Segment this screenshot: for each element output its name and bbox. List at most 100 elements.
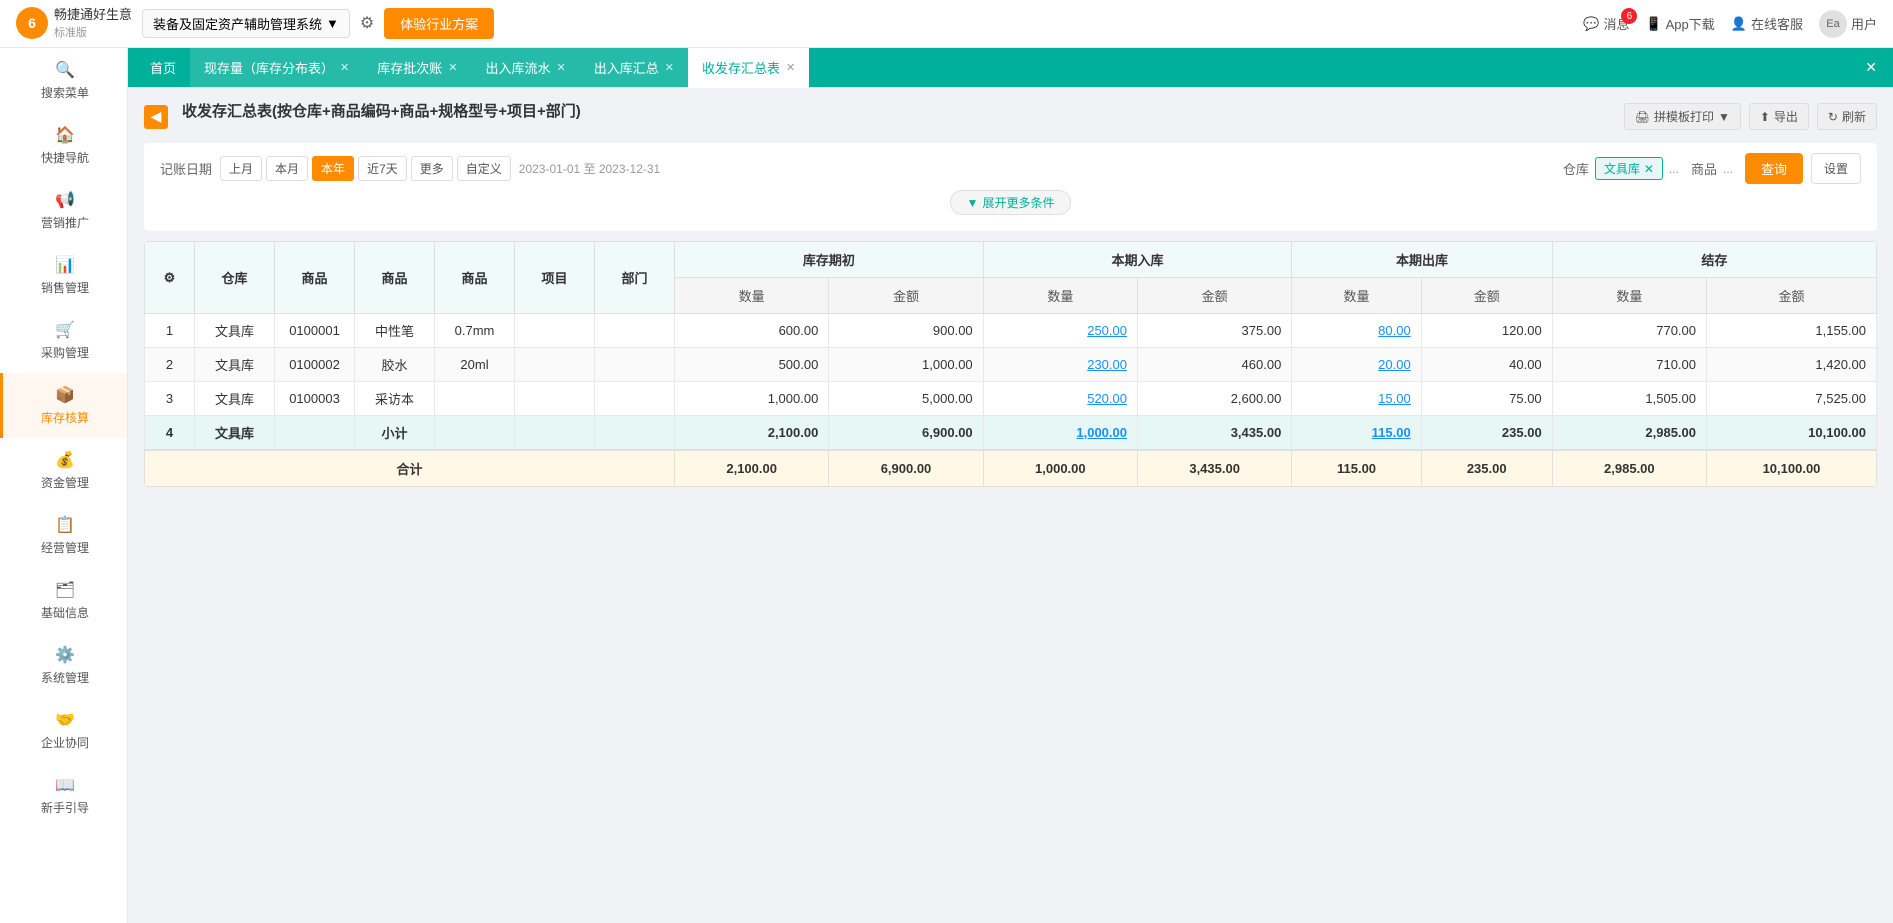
table-settings-icon[interactable]: ⚙ [164, 270, 176, 285]
print-button[interactable]: 🖨 拼模板打印 ▼ [1624, 103, 1741, 130]
th-goods-spec: 商品 [435, 242, 515, 314]
cell-out-qty[interactable]: 80.00 [1292, 314, 1421, 348]
filter-row1: 记账日期 上月 本月 本年 近7天 更多 自定义 2023-01-01 至 20… [160, 153, 1861, 184]
sidebar-item-sales[interactable]: 📊 销售管理 [0, 243, 127, 308]
tab-stock-dist-close[interactable]: ✕ [340, 61, 349, 74]
cell-dept [595, 382, 675, 416]
sidebar: 🔍 搜索菜单 🏠 快捷导航 📢 营销推广 📊 销售管理 🛒 采购管理 📦 库存核… [0, 48, 128, 923]
cell-in-amt: 3,435.00 [1137, 416, 1291, 451]
sidebar-item-quick[interactable]: 🏠 快捷导航 [0, 113, 127, 178]
collab-icon: 🤝 [55, 710, 75, 730]
tab-inout-summary[interactable]: 出入库汇总 ✕ [580, 48, 688, 88]
cell-open-qty: 2,100.00 [675, 416, 829, 451]
dropdown-print-icon: ▼ [1718, 110, 1730, 124]
cell-open-amt: 5,000.00 [829, 382, 983, 416]
sidebar-item-search[interactable]: 🔍 搜索菜单 [0, 48, 127, 113]
date-btn-this-year[interactable]: 本年 [312, 156, 354, 181]
warehouse-filter: 仓库 文具库 ✕ ... [1563, 157, 1679, 180]
sidebar-item-system[interactable]: ⚙️ 系统管理 [0, 633, 127, 698]
date-btn-more[interactable]: 更多 [411, 156, 453, 181]
refresh-button[interactable]: ↻ 刷新 [1817, 103, 1877, 130]
message-btn[interactable]: 💬 消息 6 [1583, 14, 1629, 33]
cell-out-qty[interactable]: 20.00 [1292, 348, 1421, 382]
sidebar-item-business[interactable]: 📋 经营管理 [0, 503, 127, 568]
top-toolbar-right: 🖨 拼模板打印 ▼ ⬆ 导出 ↻ 刷新 [1624, 103, 1877, 130]
date-filter-label: 记账日期 [160, 159, 212, 178]
th-opening: 库存期初 [675, 242, 984, 278]
cell-seq: 2 [145, 348, 195, 382]
sidebar-item-guide[interactable]: 📖 新手引导 [0, 763, 127, 828]
cell-in-qty[interactable]: 230.00 [983, 348, 1137, 382]
date-btn-this-month[interactable]: 本月 [266, 156, 308, 181]
home-icon: 🏠 [55, 125, 75, 145]
query-button[interactable]: 查询 [1745, 153, 1803, 184]
goods-more-btn[interactable]: ... [1723, 162, 1733, 176]
th-bal-amt: 金额 [1707, 278, 1877, 314]
experience-button[interactable]: 体验行业方案 [384, 8, 494, 39]
tab-recv-send-close[interactable]: ✕ [786, 61, 795, 74]
tab-batch[interactable]: 库存批次账 ✕ [363, 48, 471, 88]
tab-inout-flow[interactable]: 出入库流水 ✕ [471, 48, 579, 88]
sidebar-item-basic[interactable]: 🗂 基础信息 [0, 568, 127, 633]
sidebar-item-inventory[interactable]: 📦 库存核算 [0, 373, 127, 438]
cell-bal-qty: 770.00 [1552, 314, 1706, 348]
cell-out-qty[interactable]: 115.00 [1292, 416, 1421, 451]
sidebar-label-basic: 基础信息 [41, 604, 89, 621]
message-icon: 💬 [1583, 16, 1599, 32]
sidebar-item-finance[interactable]: 💰 资金管理 [0, 438, 127, 503]
tab-recv-send[interactable]: 收发存汇总表 ✕ [688, 48, 809, 88]
date-btn-prev-month[interactable]: 上月 [220, 156, 262, 181]
th-out-amt: 金额 [1421, 278, 1552, 314]
expand-row: ▼ 展开更多条件 [160, 184, 1861, 221]
avatar: Ea [1819, 10, 1847, 38]
cell-goods-code: 0100003 [275, 382, 355, 416]
th-project: 项目 [515, 242, 595, 314]
sidebar-item-marketing[interactable]: 📢 营销推广 [0, 178, 127, 243]
cell-bal-qty: 2,985.00 [1552, 416, 1706, 451]
collapse-arrow-btn[interactable]: ◀ [144, 105, 168, 129]
date-btn-custom[interactable]: 自定义 [457, 156, 511, 181]
settings-button[interactable]: 设置 [1811, 153, 1861, 184]
footer-in-amt: 3,435.00 [1137, 450, 1291, 487]
online-service-btn[interactable]: 👤 在线客服 [1731, 14, 1803, 33]
warehouse-more-btn[interactable]: ... [1669, 162, 1679, 176]
tab-bar-close-all[interactable]: ✕ [1865, 59, 1885, 76]
sidebar-item-collab[interactable]: 🤝 企业协同 [0, 698, 127, 763]
tab-inout-summary-close[interactable]: ✕ [665, 61, 674, 74]
search-icon: 🔍 [55, 60, 75, 80]
cell-bal-qty: 1,505.00 [1552, 382, 1706, 416]
th-open-qty: 数量 [675, 278, 829, 314]
export-button[interactable]: ⬆ 导出 [1749, 103, 1809, 130]
system-title-select[interactable]: 装备及固定资产辅助管理系统 ▼ [142, 9, 350, 38]
app-download-btn[interactable]: 📱 App下载 [1645, 14, 1714, 33]
cell-bal-qty: 710.00 [1552, 348, 1706, 382]
cell-out-qty[interactable]: 15.00 [1292, 382, 1421, 416]
gear-icon-btn[interactable]: ⚙ [360, 13, 374, 33]
cell-in-qty[interactable]: 250.00 [983, 314, 1137, 348]
service-icon: 👤 [1731, 16, 1747, 32]
tab-inout-flow-close[interactable]: ✕ [557, 61, 566, 74]
footer-out-amt: 235.00 [1421, 450, 1552, 487]
expand-more-btn[interactable]: ▼ 展开更多条件 [950, 190, 1072, 215]
sidebar-item-purchase[interactable]: 🛒 采购管理 [0, 308, 127, 373]
cell-in-qty[interactable]: 1,000.00 [983, 416, 1137, 451]
cell-seq: 3 [145, 382, 195, 416]
footer-open-qty: 2,100.00 [675, 450, 829, 487]
user-area[interactable]: Ea 用户 [1819, 10, 1877, 38]
tab-home[interactable]: 首页 [136, 48, 190, 88]
date-btn-7days[interactable]: 近7天 [358, 156, 407, 181]
warehouse-tag-close[interactable]: ✕ [1644, 162, 1654, 176]
tab-batch-close[interactable]: ✕ [448, 61, 457, 74]
footer-out-qty: 115.00 [1292, 450, 1421, 487]
cell-in-qty[interactable]: 520.00 [983, 382, 1137, 416]
tab-stock-dist[interactable]: 现存量（库存分布表） ✕ [190, 48, 363, 88]
cell-in-amt: 2,600.00 [1137, 382, 1291, 416]
title-toolbar-row: ◀ 收发存汇总表(按仓库+商品编码+商品+规格型号+项目+部门) 🖨 拼模板打印… [144, 100, 1877, 133]
data-table: ⚙ 仓库 商品 商品 商品 项目 部门 库存期初 本期入库 本期出库 结存 [144, 241, 1877, 487]
warehouse-tag-label: 文具库 [1604, 160, 1640, 177]
user-label: 用户 [1851, 14, 1877, 33]
dropdown-icon: ▼ [326, 16, 339, 31]
sidebar-label-collab: 企业协同 [41, 734, 89, 751]
sidebar-label-finance: 资金管理 [41, 474, 89, 491]
content-area: 首页 现存量（库存分布表） ✕ 库存批次账 ✕ 出入库流水 ✕ 出入库汇总 ✕ … [128, 48, 1893, 923]
